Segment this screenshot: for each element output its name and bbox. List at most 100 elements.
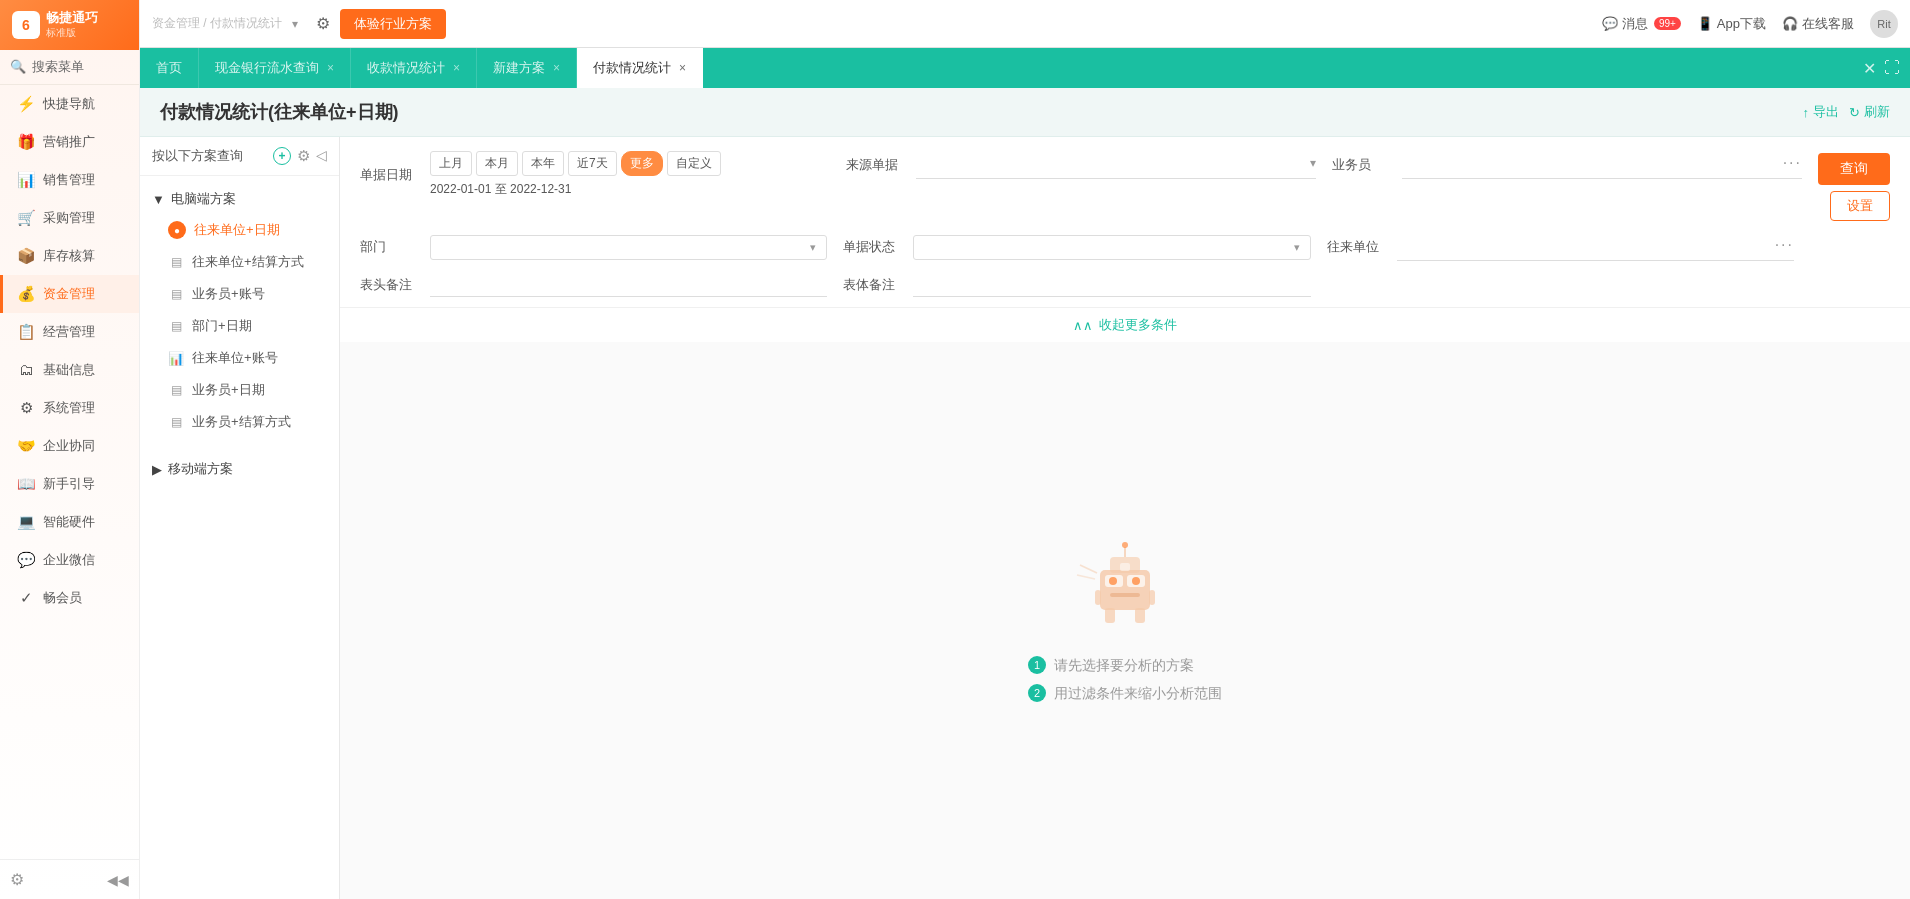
sidebar-item-sales[interactable]: 📊 销售管理 [0,161,139,199]
topbar-right: 💬 消息 99+ 📱 App下载 🎧 在线客服 Rit [1602,10,1898,38]
tab-close-all-icon[interactable]: ✕ [1863,59,1876,78]
tab-cash-flow[interactable]: 现金银行流水查询 × [199,48,351,88]
sidebar-item-member[interactable]: ✓ 畅会员 [0,579,139,617]
hint-number-2: 2 [1028,684,1046,702]
scheme-settings-icon[interactable]: ⚙ [297,147,310,165]
online-service-label: 在线客服 [1802,15,1854,33]
tab-close-icon[interactable]: × [553,61,560,75]
date-btn-this-month[interactable]: 本月 [476,151,518,176]
operation-icon: 📋 [17,323,35,341]
staff-input[interactable] [1402,151,1782,174]
collapse-more-conditions[interactable]: ∧∧ 收起更多条件 [340,307,1910,342]
tab-close-icon[interactable]: × [327,61,334,75]
filter-date-field: 单据日期 上月 本月 本年 近7天 更多 自定义 20 [360,151,830,198]
tab-new-scheme[interactable]: 新建方案 × [477,48,577,88]
sidebar-item-quick-nav[interactable]: ⚡ 快捷导航 [0,85,139,123]
export-button[interactable]: ↑ 导出 [1803,103,1840,121]
scheme-item-counterpart-date[interactable]: ● 往来单位+日期 [140,214,339,246]
sidebar-item-inventory[interactable]: 📦 库存核算 [0,237,139,275]
inventory-icon: 📦 [17,247,35,265]
svg-rect-9 [1135,608,1145,623]
scheme-collapse-button[interactable]: ◁ [316,147,327,165]
tab-expand-icon[interactable]: ⛶ [1884,59,1900,77]
collapse-up-icon: ∧∧ [1073,318,1093,333]
date-btn-last-month[interactable]: 上月 [430,151,472,176]
scheme-item-label: 业务员+日期 [192,381,265,399]
action-buttons: 查询 设置 [1818,151,1890,221]
sidebar-item-label: 采购管理 [43,209,95,227]
refresh-button[interactable]: ↻ 刷新 [1849,103,1890,121]
sidebar-item-hardware[interactable]: 💻 智能硬件 [0,503,139,541]
sidebar-item-purchase[interactable]: 🛒 采购管理 [0,199,139,237]
date-btn-custom[interactable]: 自定义 [667,151,721,176]
source-dropdown-icon[interactable]: ▾ [1310,156,1316,170]
source-input[interactable] [916,151,1296,174]
docstatus-select[interactable]: ▾ [913,235,1310,260]
date-btn-this-year[interactable]: 本年 [522,151,564,176]
date-filter-control: 上月 本月 本年 近7天 更多 自定义 2022-01-01 至 2022-12… [430,151,830,198]
tab-receivable[interactable]: 收款情况统计 × [351,48,477,88]
sidebar-item-operation[interactable]: 📋 经营管理 [0,313,139,351]
sidebar-brand: 畅捷通巧 标准版 [46,10,98,40]
counterpart-input[interactable] [1397,233,1774,256]
filter-dept-field: 部门 ▾ [360,235,827,260]
refresh-label: 刷新 [1864,103,1890,121]
system-icon: ⚙ [17,399,35,417]
sidebar-item-guide[interactable]: 📖 新手引导 [0,465,139,503]
scheme-desktop-group-title[interactable]: ▼ 电脑端方案 [140,184,339,214]
scheme-item-staff-settle[interactable]: ▤ 业务员+结算方式 [140,406,339,438]
messages-button[interactable]: 💬 消息 99+ [1602,15,1681,33]
sidebar-settings-icon[interactable]: ⚙ [10,870,24,889]
date-btn-7days[interactable]: 近7天 [568,151,617,176]
scheme-panel-header-actions: + ⚙ ◁ [273,147,327,165]
scheme-item-counterpart-settle[interactable]: ▤ 往来单位+结算方式 [140,246,339,278]
scheme-add-button[interactable]: + [273,147,291,165]
scheme-item-staff-date[interactable]: ▤ 业务员+日期 [140,374,339,406]
user-avatar[interactable]: Rit [1870,10,1898,38]
filter-counterpart-field: 往来单位 ··· [1327,233,1794,261]
topbar-chevron-icon[interactable]: ▾ [292,17,298,31]
sidebar-item-cooperation[interactable]: 🤝 企业协同 [0,427,139,465]
scheme-mobile-group-title[interactable]: ▶ 移动端方案 [140,454,339,484]
tabbar: 首页 现金银行流水查询 × 收款情况统计 × 新建方案 × 付款情况统计 × ✕… [140,48,1910,88]
counterpart-more-icon[interactable]: ··· [1775,236,1794,254]
staff-more-icon[interactable]: ··· [1783,154,1802,172]
dept-select[interactable]: ▾ [430,235,827,260]
scheme-item-staff-account[interactable]: ▤ 业务员+账号 [140,278,339,310]
tab-cash-flow-label: 现金银行流水查询 [215,59,319,77]
sidebar-item-marketing[interactable]: 🎁 营销推广 [0,123,139,161]
filter-body-note-field: 表体备注 [843,273,1310,297]
scheme-item-dept-date[interactable]: ▤ 部门+日期 [140,310,339,342]
topbar-settings-icon[interactable]: ⚙ [316,14,330,33]
body-note-input[interactable] [913,273,1310,297]
query-button[interactable]: 查询 [1818,153,1890,185]
tab-close-icon[interactable]: × [679,61,686,75]
date-btn-more[interactable]: 更多 [621,151,663,176]
scheme-table-icon: ▤ [168,414,184,430]
sidebar-item-wechat[interactable]: 💬 企业微信 [0,541,139,579]
sidebar-item-finance[interactable]: 💰 资金管理 [0,275,139,313]
date-filter-label: 单据日期 [360,166,420,184]
download-icon: 📱 [1697,16,1713,31]
tab-close-icon[interactable]: × [453,61,460,75]
sidebar-search[interactable]: 🔍 搜索菜单 [0,50,139,85]
online-service-button[interactable]: 🎧 在线客服 [1782,15,1854,33]
tab-payment-stat[interactable]: 付款情况统计 × [577,48,703,88]
sidebar-item-label: 企业微信 [43,551,95,569]
collapse-label: 收起更多条件 [1099,316,1177,334]
header-note-input[interactable] [430,273,827,297]
docstatus-filter-label: 单据状态 [843,238,903,256]
sidebar-item-system[interactable]: ⚙ 系统管理 [0,389,139,427]
sidebar-collapse-btn[interactable]: ◀◀ [107,872,129,888]
trial-button[interactable]: 体验行业方案 [340,9,446,39]
sidebar-item-basic[interactable]: 🗂 基础信息 [0,351,139,389]
tab-home[interactable]: 首页 [140,48,199,88]
filter-settings-button[interactable]: 设置 [1830,191,1890,221]
guide-icon: 📖 [17,475,35,493]
counterpart-filter-label: 往来单位 [1327,238,1387,256]
body-note-control [913,273,1310,297]
app-download-button[interactable]: 📱 App下载 [1697,15,1766,33]
tab-new-scheme-label: 新建方案 [493,59,545,77]
empty-hints: 1 请先选择要分析的方案 2 用过滤条件来缩小分析范围 [1028,651,1222,707]
scheme-item-counterpart-account[interactable]: 📊 往来单位+账号 [140,342,339,374]
